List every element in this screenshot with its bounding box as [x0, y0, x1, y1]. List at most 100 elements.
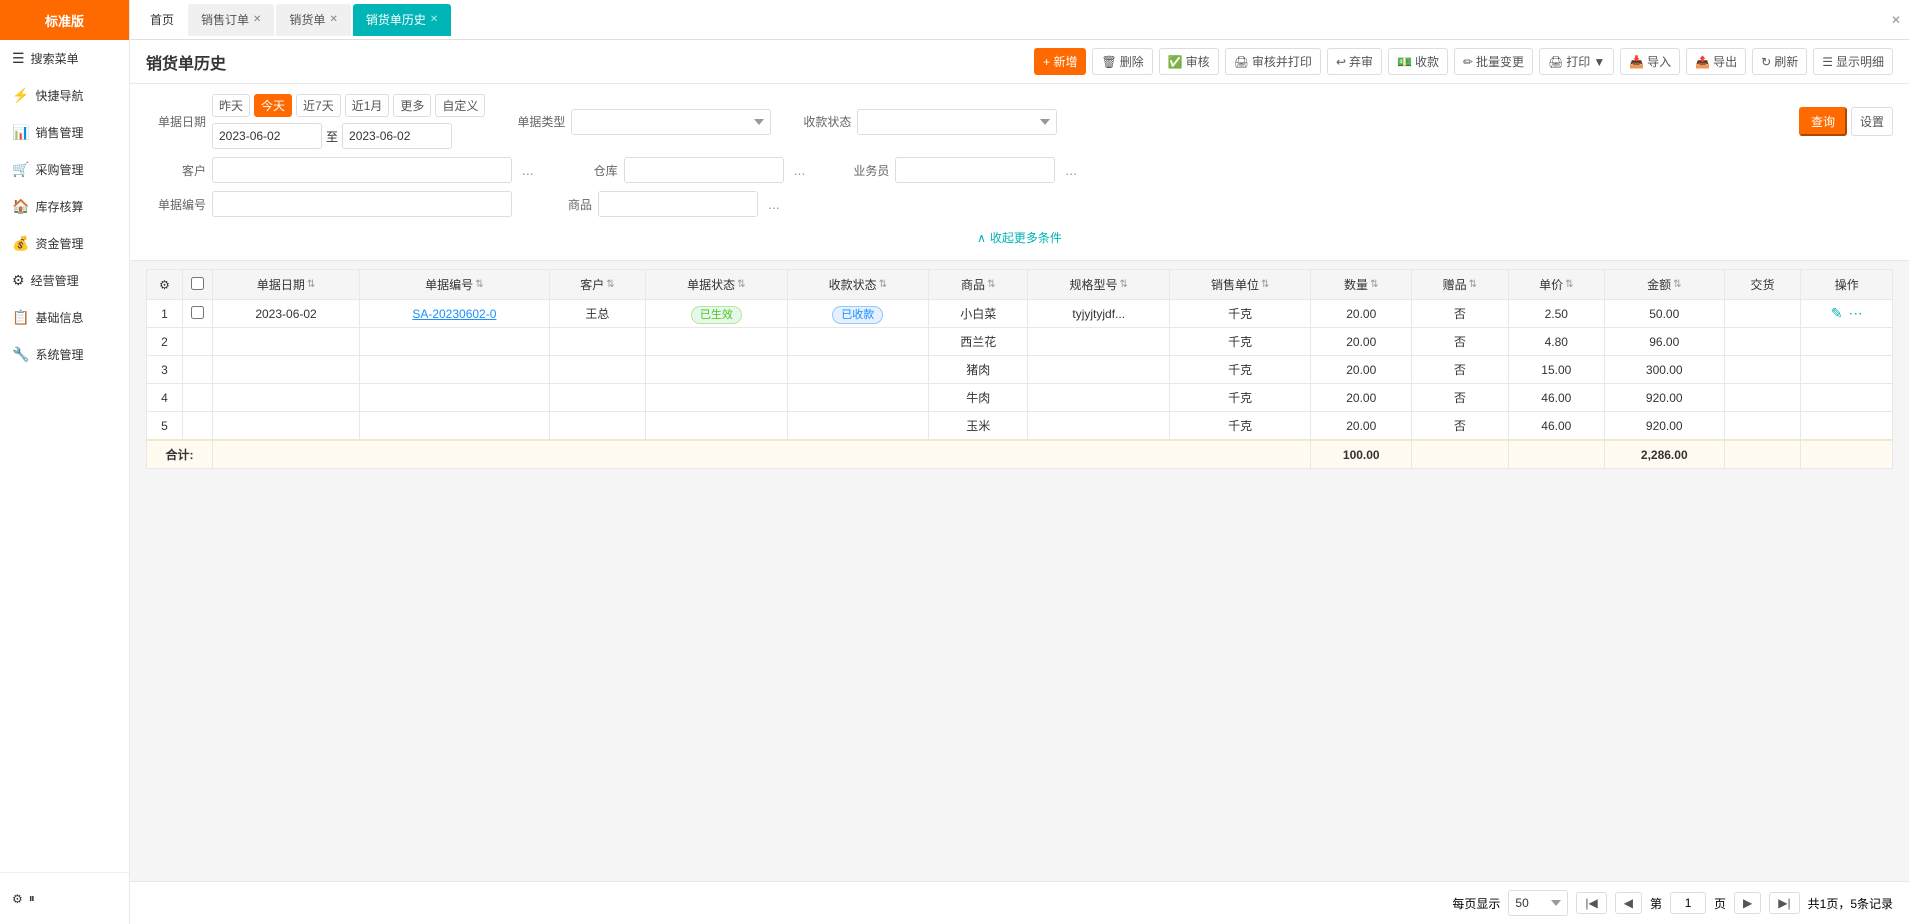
tab-sales-goods[interactable]: 销货单 ✕: [276, 4, 350, 36]
page-number-input[interactable]: [1670, 892, 1706, 914]
delete-button[interactable]: 🗑 删除: [1092, 48, 1152, 75]
th-price[interactable]: 单价⇅: [1508, 270, 1604, 300]
date-btn-custom[interactable]: 自定义: [435, 94, 485, 117]
row-checkbox[interactable]: [183, 384, 213, 412]
th-spec[interactable]: 规格型号⇅: [1028, 270, 1169, 300]
tab-sales-history[interactable]: 销货单历史 ✕: [353, 4, 451, 36]
row-select-checkbox[interactable]: [191, 306, 204, 319]
row-unit: 千克: [1169, 328, 1310, 356]
goods-input[interactable]: [598, 191, 758, 217]
goods-picker-btn[interactable]: ...: [764, 194, 784, 214]
sidebar-item-base-info[interactable]: 📋 基础信息: [0, 299, 129, 336]
abandon-button[interactable]: ↩ 弃审: [1327, 48, 1382, 75]
close-tab-sales-history[interactable]: ✕: [430, 14, 438, 25]
row-gift: 否: [1412, 356, 1508, 384]
date-btn-7days[interactable]: 近7天: [296, 94, 341, 117]
export-label: 导出: [1713, 53, 1737, 70]
sidebar-item-label: 销售管理: [35, 124, 83, 141]
doc-no-input[interactable]: [212, 191, 512, 217]
review-button[interactable]: ✅ 审核: [1159, 48, 1219, 75]
row-checkbox[interactable]: [183, 328, 213, 356]
date-btn-1month[interactable]: 近1月: [345, 94, 390, 117]
window-close-btn[interactable]: ✕: [1891, 13, 1901, 27]
per-page-select[interactable]: 50 100: [1508, 890, 1568, 916]
date-to-input[interactable]: [342, 123, 452, 149]
warehouse-input[interactable]: [624, 157, 784, 183]
date-btn-more[interactable]: 更多: [393, 94, 431, 117]
row-spec: [1028, 356, 1169, 384]
customer-input[interactable]: [212, 157, 512, 183]
sidebar-settings[interactable]: ⚙ ⏸: [0, 881, 129, 916]
collapse-label: 收起更多条件: [990, 229, 1062, 246]
date-btn-yesterday[interactable]: 昨天: [212, 94, 250, 117]
customer-picker-btn[interactable]: ...: [518, 160, 538, 180]
payment-status-select[interactable]: [857, 109, 1057, 135]
page-prev-btn[interactable]: ◀: [1615, 892, 1642, 914]
date-btn-today[interactable]: 今天: [254, 94, 292, 117]
th-goods[interactable]: 商品⇅: [929, 270, 1028, 300]
import-button[interactable]: 📥 导入: [1620, 48, 1680, 75]
doc-type-select[interactable]: [571, 109, 771, 135]
date-from-input[interactable]: [212, 123, 322, 149]
sidebar-item-ops-mgmt[interactable]: ⚙ 经营管理: [0, 262, 129, 299]
filter-date: 单据日期 昨天 今天 近7天 近1月 更多 自定义 至: [146, 94, 485, 149]
payment-status-badge: 已收款: [832, 306, 883, 324]
tab-home[interactable]: 首页: [138, 4, 186, 36]
refresh-button[interactable]: ↻ 刷新: [1752, 48, 1807, 75]
th-unit[interactable]: 销售单位⇅: [1169, 270, 1310, 300]
close-tab-sales-goods[interactable]: ✕: [329, 14, 337, 25]
th-amount[interactable]: 金额⇅: [1605, 270, 1725, 300]
show-detail-button[interactable]: ☰ 显示明细: [1813, 48, 1893, 75]
row-transaction: [1724, 356, 1801, 384]
th-doc-date[interactable]: 单据日期⇅: [213, 270, 360, 300]
th-qty[interactable]: 数量⇅: [1311, 270, 1412, 300]
more-icon[interactable]: ⋯: [1849, 305, 1863, 322]
tab-sales-order[interactable]: 销售订单 ✕: [188, 4, 274, 36]
collect-button[interactable]: 💵 收款: [1388, 48, 1448, 75]
th-customer[interactable]: 客户⇅: [549, 270, 645, 300]
new-button[interactable]: + 新增: [1034, 48, 1086, 75]
row-payment-status: [787, 412, 928, 441]
sidebar-item-sales-mgmt[interactable]: 📊 销售管理: [0, 114, 129, 151]
row-checkbox[interactable]: [183, 356, 213, 384]
row-checkbox[interactable]: [183, 300, 213, 328]
footer-total-amount: 2,286.00: [1605, 440, 1725, 469]
sidebar-item-purchase-mgmt[interactable]: 🛒 采购管理: [0, 151, 129, 188]
salesperson-input[interactable]: [895, 157, 1055, 183]
sidebar-item-quick-nav[interactable]: ⚡ 快捷导航: [0, 77, 129, 114]
th-payment-status[interactable]: 收款状态⇅: [787, 270, 928, 300]
collapse-button[interactable]: ∧ 收起更多条件: [973, 225, 1066, 250]
page-last-btn[interactable]: ▶|: [1769, 892, 1799, 914]
export-button[interactable]: 📤 导出: [1686, 48, 1746, 75]
th-doc-no[interactable]: 单据编号⇅: [360, 270, 550, 300]
row-checkbox[interactable]: [183, 412, 213, 441]
close-tab-sales-order[interactable]: ✕: [253, 14, 261, 25]
edit-icon[interactable]: ✎: [1831, 305, 1843, 322]
th-checkbox[interactable]: [183, 270, 213, 300]
settings-button[interactable]: 设置: [1851, 107, 1893, 136]
tab-home-label: 首页: [150, 11, 174, 28]
review-print-button[interactable]: 🖨 审核并打印: [1225, 48, 1321, 75]
page-first-btn[interactable]: |◀: [1576, 892, 1606, 914]
warehouse-picker-btn[interactable]: ...: [790, 160, 810, 180]
sidebar-item-search-menu[interactable]: ☰ 搜索菜单: [0, 40, 129, 77]
doc-no-link[interactable]: SA-20230602-0: [412, 307, 496, 321]
sidebar-item-finance-mgmt[interactable]: 💰 资金管理: [0, 225, 129, 262]
collect-label: 收款: [1415, 53, 1439, 70]
page-next-btn[interactable]: ▶: [1734, 892, 1761, 914]
abandon-label: 弃审: [1349, 53, 1373, 70]
sidebar-item-sys-mgmt[interactable]: 🔧 系统管理: [0, 336, 129, 373]
query-button[interactable]: 查询: [1799, 107, 1847, 136]
th-doc-status[interactable]: 单据状态⇅: [646, 270, 787, 300]
print-button[interactable]: 🖨 打印 ▼: [1539, 48, 1614, 75]
salesperson-picker-btn[interactable]: ...: [1061, 160, 1081, 180]
th-gear[interactable]: ⚙: [147, 270, 183, 300]
th-gift[interactable]: 赠品⇅: [1412, 270, 1508, 300]
sidebar-item-inventory[interactable]: 🏠 库存核算: [0, 188, 129, 225]
row-doc-date: [213, 412, 360, 441]
page-label2: 页: [1714, 895, 1726, 912]
row-unit: 千克: [1169, 412, 1310, 441]
batch-change-button[interactable]: ✏ 批量变更: [1454, 48, 1533, 75]
select-all-checkbox[interactable]: [191, 277, 204, 290]
doc-type-label: 单据类型: [505, 113, 565, 130]
